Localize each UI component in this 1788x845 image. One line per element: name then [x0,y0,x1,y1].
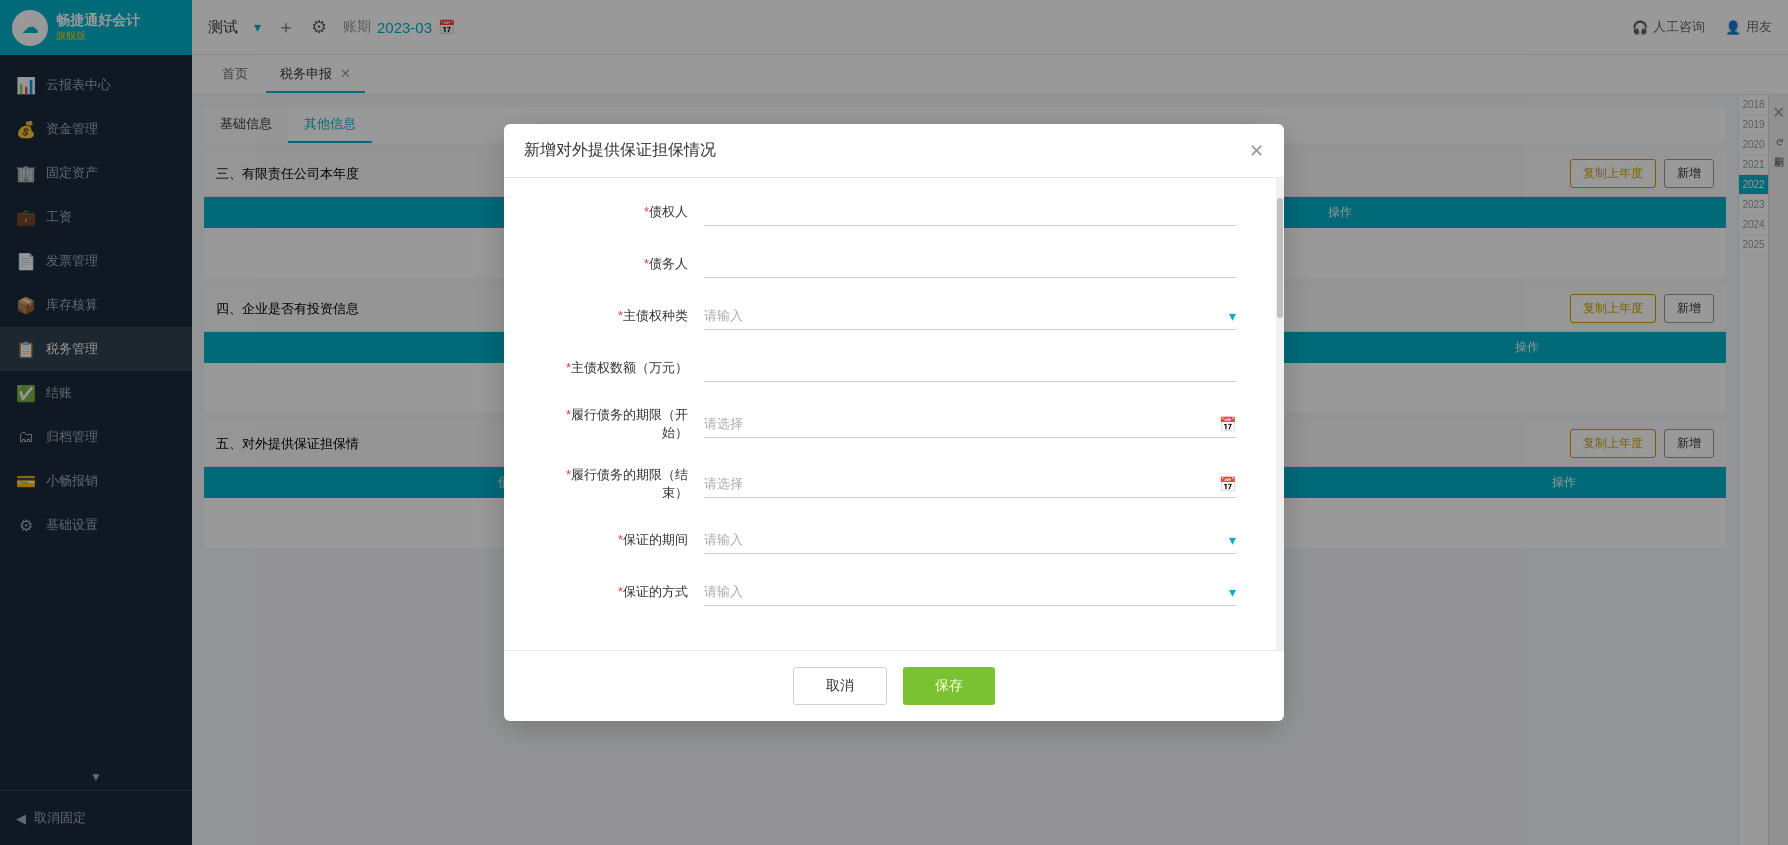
debt-type-required-star: * [618,308,623,323]
guarantee-period-input[interactable] [704,526,1229,553]
debt-amount-label: *主债权数额（万元） [544,359,704,377]
debt-amount-input[interactable] [704,354,1236,382]
guarantee-method-select-row: ▾ [704,578,1236,606]
creditor-required-star: * [644,204,649,219]
guarantee-period-chevron-icon[interactable]: ▾ [1229,532,1236,548]
modal-overlay: 新增对外提供保证担保情况 ✕ *债权人 *债务人 [0,0,1788,845]
debtor-label: *债务人 [544,255,704,273]
modal-dialog: 新增对外提供保证担保情况 ✕ *债权人 *债务人 [504,124,1284,721]
modal-scrollbar-thumb [1277,198,1283,318]
guarantee-period-label: *保证的期间 [544,531,704,549]
guarantee-method-input[interactable] [704,578,1229,605]
period-start-input[interactable] [704,410,1219,437]
debt-amount-required-star: * [566,360,571,375]
form-row-period-end: *履行债务的期限（结束） 📅 [544,466,1236,502]
period-end-calendar-icon[interactable]: 📅 [1219,476,1236,492]
period-start-input-wrapper: 📅 [704,410,1236,438]
guarantee-period-select-row: ▾ [704,526,1236,554]
form-row-period-start: *履行债务的期限（开始） 📅 [544,406,1236,442]
period-start-required-star: * [566,407,571,422]
form-row-creditor: *债权人 [544,198,1236,226]
debt-amount-input-wrapper [704,354,1236,382]
modal-close-btn[interactable]: ✕ [1249,142,1264,160]
period-end-input[interactable] [704,470,1219,497]
modal-body: *债权人 *债务人 [504,178,1276,650]
debt-type-chevron-icon[interactable]: ▾ [1229,308,1236,324]
period-start-calendar-icon[interactable]: 📅 [1219,416,1236,432]
creditor-input-wrapper [704,198,1236,226]
debtor-input[interactable] [704,250,1236,278]
creditor-label: *债权人 [544,203,704,221]
creditor-input[interactable] [704,198,1236,226]
debt-type-input-wrapper: ▾ [704,302,1236,330]
form-row-debt-amount: *主债权数额（万元） [544,354,1236,382]
debt-type-select-row: ▾ [704,302,1236,330]
form-row-debt-type: *主债权种类 ▾ [544,302,1236,330]
form-row-guarantee-period: *保证的期间 ▾ [544,526,1236,554]
debtor-required-star: * [644,256,649,271]
modal-scrollbar[interactable] [1276,178,1284,650]
debt-type-label: *主债权种类 [544,307,704,325]
guarantee-method-required-star: * [618,584,623,599]
form-row-debtor: *债务人 [544,250,1236,278]
period-start-label: *履行债务的期限（开始） [544,406,704,442]
guarantee-method-label: *保证的方式 [544,583,704,601]
period-start-date-row: 📅 [704,410,1236,438]
guarantee-method-input-wrapper: ▾ [704,578,1236,606]
period-end-label: *履行债务的期限（结束） [544,466,704,502]
period-end-date-row: 📅 [704,470,1236,498]
modal-footer: 取消 保存 [504,650,1284,721]
guarantee-period-input-wrapper: ▾ [704,526,1236,554]
modal-header: 新增对外提供保证担保情况 ✕ [504,124,1284,178]
cancel-button[interactable]: 取消 [793,667,887,705]
guarantee-period-required-star: * [618,532,623,547]
period-end-input-wrapper: 📅 [704,470,1236,498]
debtor-input-wrapper [704,250,1236,278]
save-button[interactable]: 保存 [903,667,995,705]
guarantee-method-chevron-icon[interactable]: ▾ [1229,584,1236,600]
modal-title: 新增对外提供保证担保情况 [524,140,716,161]
period-end-required-star: * [566,467,571,482]
debt-type-input[interactable] [704,302,1229,329]
form-row-guarantee-method: *保证的方式 ▾ [544,578,1236,606]
